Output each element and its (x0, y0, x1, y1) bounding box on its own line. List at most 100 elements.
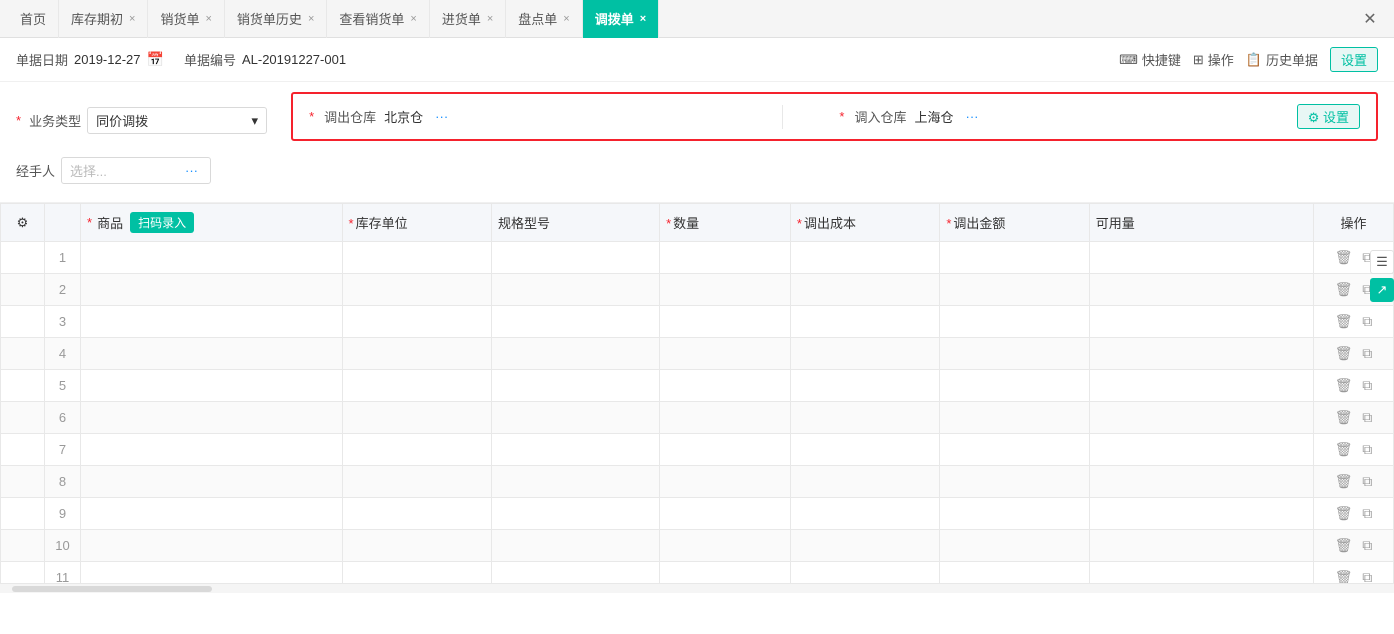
col-header-amount: *调出金额 (940, 204, 1089, 242)
delete-icon-3[interactable]: 🗑 (1335, 313, 1353, 329)
cell-index-6: 6 (45, 402, 81, 434)
table-row: 5 🗑 ⧉ (1, 370, 1394, 402)
cell-ops-10: 🗑 ⧉ (1314, 530, 1394, 562)
doc-header-right: ⌨ 快捷键 ⊞ 操作 📋 历史单据 设置 (1119, 47, 1378, 72)
cell-qty-6 (660, 402, 791, 434)
tab-close-view-sales[interactable]: × (410, 13, 416, 25)
scan-button[interactable]: 扫码录入 (130, 212, 194, 233)
table-header-row: ⚙ * 商品 扫码录入 *库存单位 规格型号 *数量 (1, 204, 1394, 242)
delete-icon-7[interactable]: 🗑 (1335, 441, 1353, 457)
copy-icon-3[interactable]: ⧉ (1362, 313, 1372, 329)
handler-select[interactable]: 选择... ··· (61, 157, 211, 184)
cell-ops-6: 🗑 ⧉ (1314, 402, 1394, 434)
cell-amount-9 (940, 498, 1089, 530)
form-area: * 业务类型 同价调拨 ▾ * 调出仓库 北京仓 ··· * 调入仓库 上海仓 … (0, 82, 1394, 203)
cell-settings-2 (1, 274, 45, 306)
col-header-ops: 操作 (1314, 204, 1394, 242)
tab-sales-history[interactable]: 销货单历史 × (225, 0, 327, 38)
form-row-1: * 业务类型 同价调拨 ▾ * 调出仓库 北京仓 ··· * 调入仓库 上海仓 … (16, 92, 1378, 149)
delete-icon-6[interactable]: 🗑 (1335, 409, 1353, 425)
tab-sales[interactable]: 销货单 × (148, 0, 224, 38)
tab-close-inventory-init[interactable]: × (129, 13, 135, 25)
delete-icon-5[interactable]: 🗑 (1335, 377, 1353, 393)
tab-close-purchase[interactable]: × (487, 13, 493, 25)
cell-cost-5 (790, 370, 939, 402)
delete-icon-2[interactable]: 🗑 (1335, 281, 1353, 297)
cell-unit-1 (342, 242, 491, 274)
cell-product-3[interactable] (81, 306, 343, 338)
scroll-bar[interactable] (0, 583, 1394, 593)
cell-product-4[interactable] (81, 338, 343, 370)
calendar-icon[interactable]: 📅 (147, 51, 164, 68)
cell-product-7[interactable] (81, 434, 343, 466)
doc-header-left: 单据日期 2019-12-27 📅 单据编号 AL-20191227-001 (16, 50, 346, 69)
cell-ops-3: 🗑 ⧉ (1314, 306, 1394, 338)
cell-product-1[interactable] (81, 242, 343, 274)
table-row: 6 🗑 ⧉ (1, 402, 1394, 434)
sidebar-export-btn[interactable]: ↗ (1370, 278, 1394, 302)
cell-unit-6 (342, 402, 491, 434)
cell-cost-4 (790, 338, 939, 370)
cell-spec-7 (491, 434, 659, 466)
transfer-in-more-btn[interactable]: ··· (962, 109, 983, 124)
copy-icon-5[interactable]: ⧉ (1362, 377, 1372, 393)
cell-settings-5 (1, 370, 45, 402)
shortcut-icon: ⌨ (1119, 52, 1138, 68)
tab-home[interactable]: 首页 (8, 0, 59, 38)
cell-product-8[interactable] (81, 466, 343, 498)
cell-cost-3 (790, 306, 939, 338)
copy-icon-7[interactable]: ⧉ (1362, 441, 1372, 457)
copy-icon-11[interactable]: ⧉ (1362, 569, 1372, 583)
cell-product-11[interactable] (81, 562, 343, 584)
copy-icon-8[interactable]: ⧉ (1362, 473, 1372, 489)
col-header-settings[interactable]: ⚙ (1, 204, 45, 242)
warehouse-settings-button[interactable]: ⚙ 设置 (1297, 104, 1360, 129)
cell-ops-5: 🗑 ⧉ (1314, 370, 1394, 402)
operate-label: 操作 (1208, 50, 1234, 69)
copy-icon-10[interactable]: ⧉ (1362, 537, 1372, 553)
tab-inventory-init[interactable]: 库存期初 × (59, 0, 148, 38)
cell-settings-9 (1, 498, 45, 530)
delete-icon-8[interactable]: 🗑 (1335, 473, 1353, 489)
cell-cost-7 (790, 434, 939, 466)
copy-icon-4[interactable]: ⧉ (1362, 345, 1372, 361)
table-row: 11 🗑 ⧉ (1, 562, 1394, 584)
business-type-select[interactable]: 同价调拨 ▾ (87, 107, 267, 134)
tab-view-sales[interactable]: 查看销货单 × (327, 0, 429, 38)
delete-icon-9[interactable]: 🗑 (1335, 505, 1353, 521)
tab-close-transfer[interactable]: × (640, 13, 646, 25)
cell-index-11: 11 (45, 562, 81, 584)
cell-settings-7 (1, 434, 45, 466)
tab-purchase[interactable]: 进货单 × (430, 0, 506, 38)
cell-product-5[interactable] (81, 370, 343, 402)
history-action[interactable]: 📋 历史单据 (1246, 50, 1318, 69)
operate-action[interactable]: ⊞ 操作 (1193, 50, 1234, 69)
delete-icon-1[interactable]: 🗑 (1335, 249, 1353, 265)
tab-close-sales-history[interactable]: × (308, 13, 314, 25)
cell-product-2[interactable] (81, 274, 343, 306)
tab-transfer[interactable]: 调拨单 × (583, 0, 659, 38)
tab-close-inventory-check[interactable]: × (563, 13, 569, 25)
delete-icon-10[interactable]: 🗑 (1335, 537, 1353, 553)
tab-inventory-check[interactable]: 盘点单 × (506, 0, 582, 38)
settings-button[interactable]: 设置 (1330, 47, 1378, 72)
cell-qty-8 (660, 466, 791, 498)
tab-close-sales[interactable]: × (205, 13, 211, 25)
cell-product-9[interactable] (81, 498, 343, 530)
window-close-button[interactable]: ✕ (1354, 0, 1386, 38)
transfer-out-more-btn[interactable]: ··· (431, 109, 452, 124)
warehouse-divider (782, 105, 783, 129)
delete-icon-11[interactable]: 🗑 (1335, 569, 1353, 583)
delete-icon-4[interactable]: 🗑 (1335, 345, 1353, 361)
gear-settings-icon[interactable]: ⚙ (17, 215, 29, 230)
cell-product-10[interactable] (81, 530, 343, 562)
cell-product-6[interactable] (81, 402, 343, 434)
copy-icon-6[interactable]: ⧉ (1362, 409, 1372, 425)
handler-more-btn[interactable]: ··· (181, 163, 202, 178)
sidebar-list-btn[interactable]: ☰ (1370, 250, 1394, 274)
cell-index-4: 4 (45, 338, 81, 370)
cell-ops-4: 🗑 ⧉ (1314, 338, 1394, 370)
shortcut-action[interactable]: ⌨ 快捷键 (1119, 50, 1181, 69)
cell-qty-1 (660, 242, 791, 274)
copy-icon-9[interactable]: ⧉ (1362, 505, 1372, 521)
